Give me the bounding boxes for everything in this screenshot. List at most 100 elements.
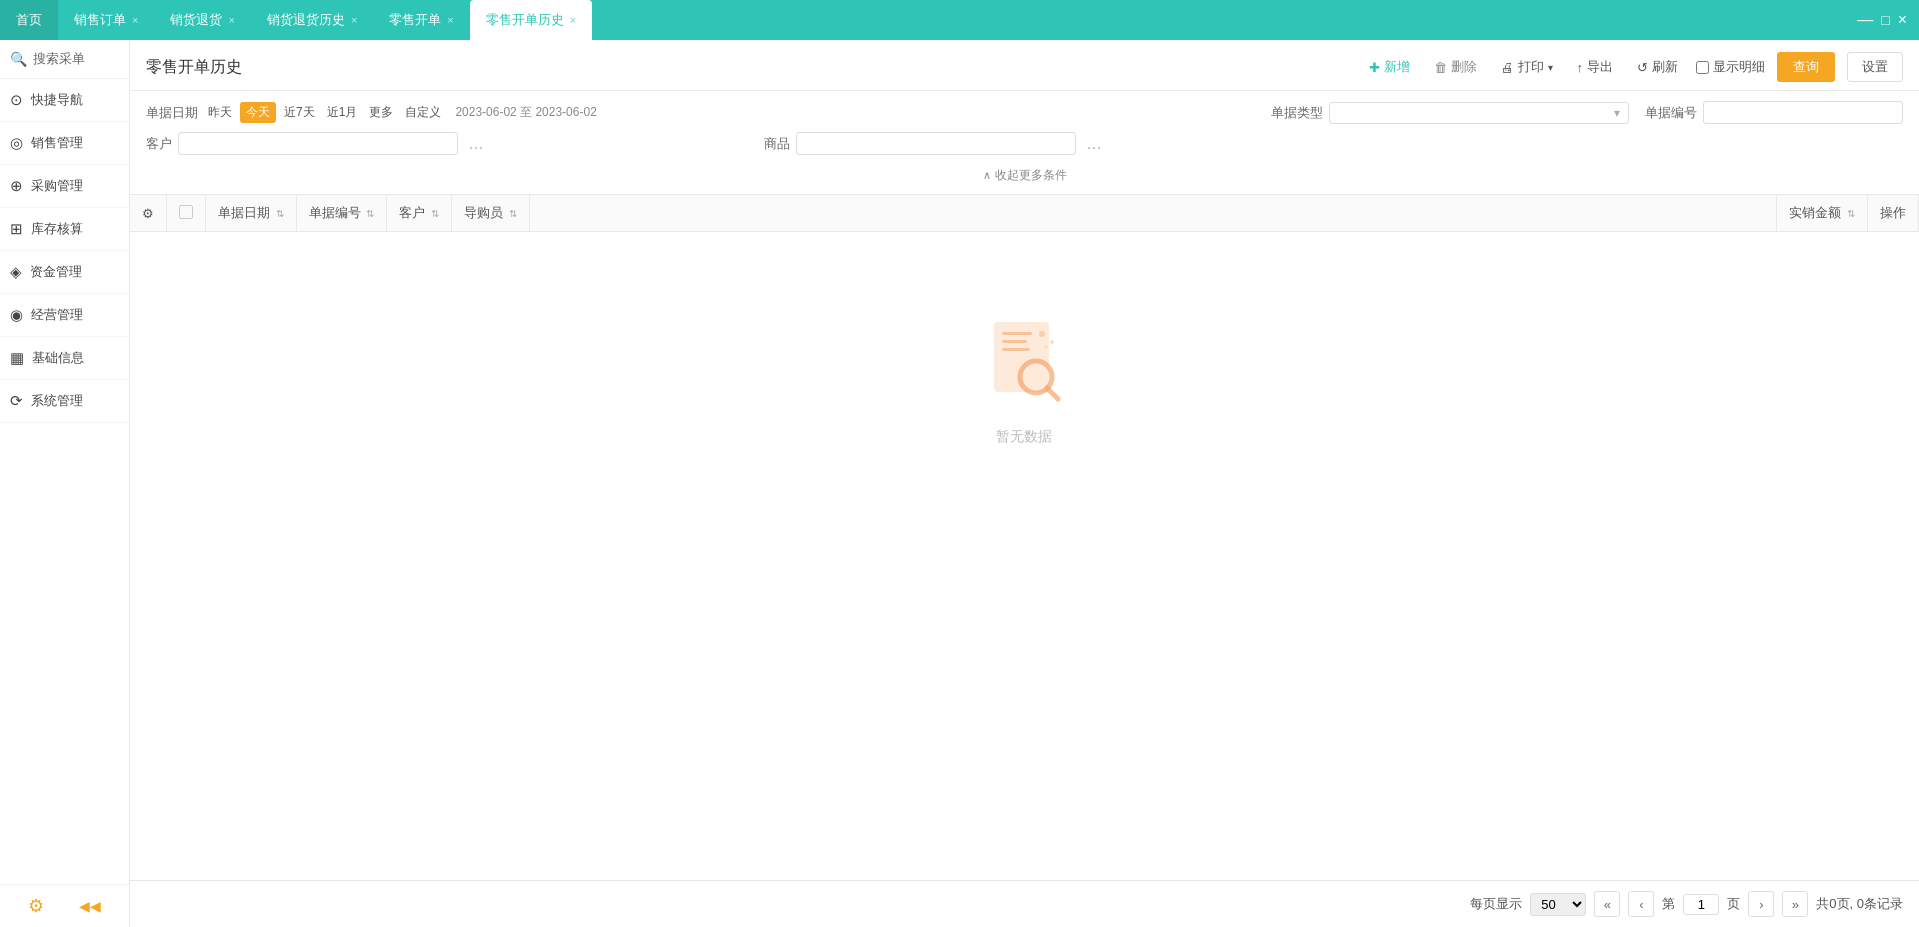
product-label: 商品 [764, 135, 790, 153]
tab-sales-return[interactable]: 销货退货 × [154, 0, 250, 40]
export-icon: ↑ [1577, 60, 1584, 75]
sidebar-item-label: 系统管理 [31, 392, 83, 410]
table-area: ⚙ 单据日期 ⇅ 单据编号 ⇅ 客户 [130, 195, 1919, 880]
date-buttons: 昨天 今天 近7天 近1月 更多 自定义 [204, 102, 445, 123]
svg-line-5 [1047, 388, 1058, 399]
export-button[interactable]: ↑ 导出 [1571, 54, 1620, 80]
close-btn-window[interactable]: × [1898, 11, 1907, 29]
date-label: 单据日期 [146, 104, 198, 122]
product-dots-btn[interactable]: … [1082, 135, 1106, 153]
minimize-btn[interactable]: — [1857, 11, 1873, 29]
delete-label: 删除 [1451, 58, 1477, 76]
tab-retail-open-close[interactable]: × [447, 14, 453, 26]
tab-sales-return-history-close[interactable]: × [351, 14, 357, 26]
tab-sales-return-history[interactable]: 销货退货历史 × [251, 0, 373, 40]
col-doc-date[interactable]: 单据日期 ⇅ [206, 195, 297, 232]
date-btn-7days[interactable]: 近7天 [280, 102, 319, 123]
svg-rect-3 [1002, 348, 1030, 351]
refresh-label: 刷新 [1652, 58, 1678, 76]
sidebar-item-operations[interactable]: ◉ 经营管理 [0, 294, 129, 337]
sidebar-item-purchase-mgmt[interactable]: ⊕ 采购管理 [0, 165, 129, 208]
col-doc-num[interactable]: 单据编号 ⇅ [296, 195, 387, 232]
doc-num-input[interactable] [1703, 101, 1903, 124]
next-page-btn[interactable]: › [1748, 891, 1774, 917]
svg-rect-1 [1002, 332, 1032, 335]
customer-input[interactable] [178, 132, 458, 155]
sidebar-item-sales-mgmt[interactable]: ◎ 销售管理 [0, 122, 129, 165]
sort-doc-date-icon: ⇅ [276, 208, 284, 219]
sidebar-settings-btn[interactable]: ⚙ [28, 895, 44, 917]
filter-area: 单据日期 昨天 今天 近7天 近1月 更多 自定义 2023-06-02 至 2… [130, 91, 1919, 195]
sidebar-item-label: 资金管理 [30, 263, 82, 281]
sort-customer-icon: ⇅ [431, 208, 439, 219]
tab-retail-open-history-close[interactable]: × [570, 14, 576, 26]
sidebar-item-inventory[interactable]: ⊞ 库存核算 [0, 208, 129, 251]
tab-home-label: 首页 [16, 11, 42, 29]
col-guide[interactable]: 导购员 ⇅ [451, 195, 529, 232]
date-btn-custom[interactable]: 自定义 [401, 102, 445, 123]
refresh-button[interactable]: ↺ 刷新 [1631, 54, 1684, 80]
page-num-input[interactable] [1683, 894, 1719, 915]
sidebar-bottom: ⚙ ◀◀ [0, 884, 129, 927]
toolbar: ✚ 新增 🗑 删除 🖨 打印 ▾ ↑ 导出 ↺ 刷新 [1363, 52, 1904, 82]
maximize-btn[interactable]: □ [1881, 12, 1889, 28]
filter-row-2: 客户 … 商品 … [146, 132, 1903, 155]
total-info: 共0页, 0条记录 [1816, 895, 1903, 913]
print-button[interactable]: 🖨 打印 ▾ [1495, 54, 1559, 80]
page-title: 零售开单历史 [146, 57, 242, 78]
doc-num-label: 单据编号 [1645, 104, 1697, 122]
basic-info-icon: ▦ [10, 349, 24, 367]
display-detail-checkbox[interactable] [1696, 61, 1709, 74]
tab-sales-return-label: 销货退货 [170, 11, 222, 29]
sidebar-item-quick-nav[interactable]: ⊙ 快捷导航 [0, 79, 129, 122]
prev-page-btn[interactable]: ‹ [1628, 891, 1654, 917]
col-amount-label: 实销金额 [1789, 205, 1841, 220]
display-detail-toggle[interactable]: 显示明细 [1696, 58, 1765, 76]
first-page-btn[interactable]: « [1594, 891, 1620, 917]
date-btn-yesterday[interactable]: 昨天 [204, 102, 236, 123]
tab-sales-return-close[interactable]: × [228, 14, 234, 26]
tab-home[interactable]: 首页 [0, 0, 58, 40]
sort-doc-num-icon: ⇅ [366, 208, 374, 219]
sidebar-item-finance[interactable]: ◈ 资金管理 [0, 251, 129, 294]
date-btn-today[interactable]: 今天 [240, 102, 276, 123]
delete-button[interactable]: 🗑 删除 [1428, 54, 1483, 80]
last-page-btn[interactable]: » [1782, 891, 1808, 917]
main-layout: 🔍 搜索采单 ⊙ 快捷导航 ◎ 销售管理 ⊕ 采购管理 ⊞ 库存核算 ◈ 资金管… [0, 40, 1919, 927]
tab-sales-order-close[interactable]: × [132, 14, 138, 26]
query-button[interactable]: 查询 [1777, 52, 1835, 82]
sidebar-item-basic-info[interactable]: ▦ 基础信息 [0, 337, 129, 380]
sidebar-item-system[interactable]: ⟳ 系统管理 [0, 380, 129, 423]
sidebar-search[interactable]: 🔍 搜索采单 [0, 40, 129, 79]
col-customer[interactable]: 客户 ⇅ [387, 195, 452, 232]
settings-button[interactable]: 设置 [1847, 52, 1903, 82]
quick-nav-icon: ⊙ [10, 91, 23, 109]
table-header-row: ⚙ 单据日期 ⇅ 单据编号 ⇅ 客户 [130, 195, 1919, 232]
doc-type-label: 单据类型 [1271, 104, 1323, 122]
filter-doc-type: 单据类型 ▾ [1271, 102, 1629, 124]
collapse-bar[interactable]: ∧ 收起更多条件 [146, 163, 1903, 184]
sidebar-search-label: 搜索采单 [33, 50, 85, 68]
sidebar-item-label: 经营管理 [31, 306, 83, 324]
date-btn-1month[interactable]: 近1月 [323, 102, 362, 123]
add-button[interactable]: ✚ 新增 [1363, 54, 1416, 80]
customer-dots-btn[interactable]: … [464, 135, 488, 153]
page-size-select[interactable]: 50 10 20 100 [1530, 893, 1586, 916]
empty-icon [974, 312, 1074, 412]
tab-retail-open-history[interactable]: 零售开单历史 × [470, 0, 592, 40]
add-icon: ✚ [1369, 60, 1380, 75]
product-input[interactable] [796, 132, 1076, 155]
select-all-checkbox[interactable] [179, 205, 193, 219]
sidebar-collapse-btn[interactable]: ◀◀ [79, 898, 101, 914]
tab-sales-order[interactable]: 销售订单 × [58, 0, 154, 40]
purchase-mgmt-icon: ⊕ [10, 177, 23, 195]
col-amount[interactable]: 实销金额 ⇅ [1777, 195, 1868, 232]
empty-state-cell: 暂无数据 [130, 232, 1919, 527]
tab-retail-open[interactable]: 零售开单 × [373, 0, 469, 40]
doc-type-select[interactable]: ▾ [1329, 102, 1629, 124]
col-settings[interactable]: ⚙ [130, 195, 167, 232]
filter-product: 商品 … [764, 132, 1106, 155]
date-btn-more[interactable]: 更多 [365, 102, 397, 123]
content-area: 零售开单历史 ✚ 新增 🗑 删除 🖨 打印 ▾ ↑ 导出 [130, 40, 1919, 927]
doc-type-arrow: ▾ [1614, 106, 1620, 120]
